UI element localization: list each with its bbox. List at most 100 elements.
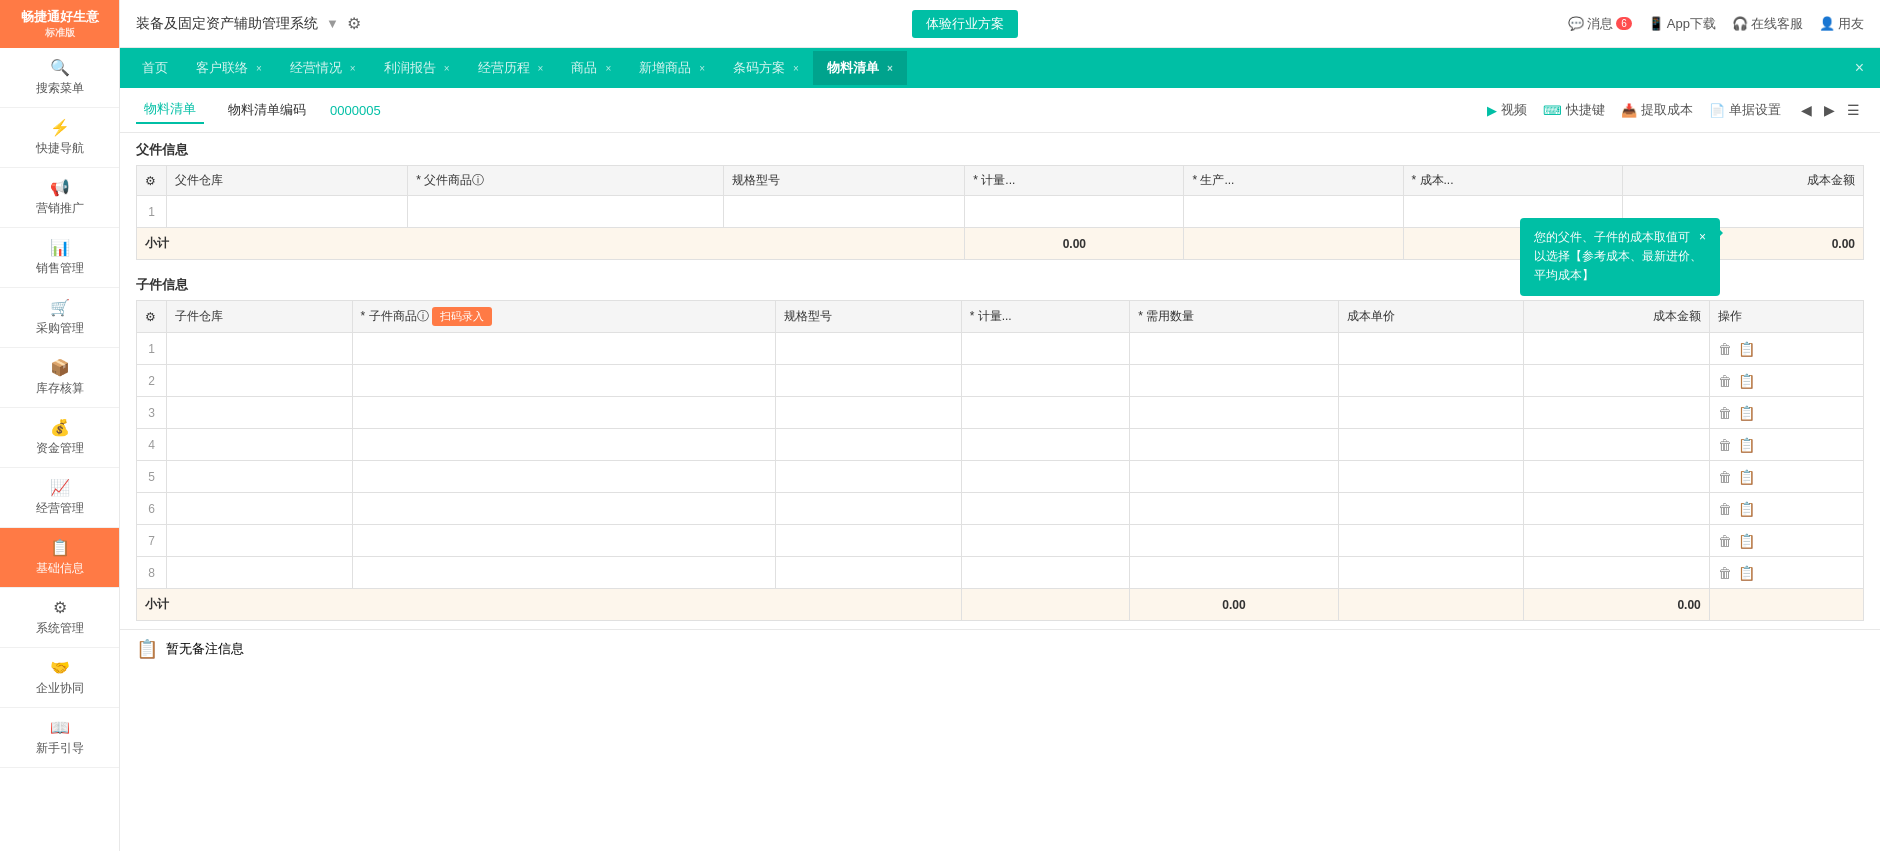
app-download-btn[interactable]: 📱 App下载: [1648, 15, 1716, 33]
child-product-cell[interactable]: [352, 397, 776, 429]
close-all-tabs[interactable]: ×: [1847, 59, 1872, 77]
sidebar-item-enterprise[interactable]: 🤝 企业协同: [0, 648, 119, 708]
copy-icon[interactable]: 📋: [1738, 341, 1755, 357]
child-unit-price-cell[interactable]: [1338, 525, 1524, 557]
child-product-cell[interactable]: [352, 461, 776, 493]
tab-home[interactable]: 首页: [128, 51, 182, 85]
child-cost-amount-cell[interactable]: [1524, 525, 1710, 557]
child-warehouse-cell[interactable]: [167, 525, 353, 557]
child-spec-cell[interactable]: [776, 365, 962, 397]
child-product-cell[interactable]: [352, 429, 776, 461]
child-spec-cell[interactable]: [776, 493, 962, 525]
child-warehouse-cell[interactable]: [167, 333, 353, 365]
child-quantity-cell[interactable]: [1130, 333, 1338, 365]
child-product-cell[interactable]: [352, 333, 776, 365]
tab-profit-close[interactable]: ×: [444, 63, 450, 74]
user-btn[interactable]: 👤 用友: [1819, 15, 1864, 33]
child-unit-cell[interactable]: [961, 333, 1129, 365]
delete-icon[interactable]: 🗑: [1718, 533, 1732, 549]
delete-icon[interactable]: 🗑: [1718, 405, 1732, 421]
tab-operations-close[interactable]: ×: [350, 63, 356, 74]
sidebar-item-quicknav[interactable]: ⚡ 快捷导航: [0, 108, 119, 168]
sidebar-item-inventory[interactable]: 📦 库存核算: [0, 348, 119, 408]
child-quantity-cell[interactable]: [1130, 397, 1338, 429]
child-spec-cell[interactable]: [776, 557, 962, 589]
single-settings-btn[interactable]: 📄 单据设置: [1709, 101, 1781, 119]
child-spec-cell[interactable]: [776, 333, 962, 365]
child-product-cell[interactable]: [352, 557, 776, 589]
delete-icon[interactable]: 🗑: [1718, 469, 1732, 485]
copy-icon[interactable]: 📋: [1738, 405, 1755, 421]
delete-icon[interactable]: 🗑: [1718, 501, 1732, 517]
sub-tab-bom[interactable]: 物料清单: [136, 96, 204, 124]
parent-product-cell[interactable]: [408, 196, 724, 228]
delete-icon[interactable]: 🗑: [1718, 565, 1732, 581]
child-warehouse-cell[interactable]: [167, 365, 353, 397]
delete-icon[interactable]: 🗑: [1718, 341, 1732, 357]
child-cost-amount-cell[interactable]: [1524, 493, 1710, 525]
child-cost-amount-cell[interactable]: [1524, 429, 1710, 461]
view-btn[interactable]: ▶ 视频: [1487, 101, 1527, 119]
child-spec-cell[interactable]: [776, 429, 962, 461]
tab-goods[interactable]: 商品 ×: [557, 51, 625, 85]
child-unit-cell[interactable]: [961, 493, 1129, 525]
tab-profit[interactable]: 利润报告 ×: [370, 51, 464, 85]
tab-operations[interactable]: 经营情况 ×: [276, 51, 370, 85]
tab-customer[interactable]: 客户联络 ×: [182, 51, 276, 85]
parent-spec-cell[interactable]: [723, 196, 964, 228]
sidebar-item-marketing[interactable]: 📢 营销推广: [0, 168, 119, 228]
child-quantity-cell[interactable]: [1130, 493, 1338, 525]
child-warehouse-cell[interactable]: [167, 557, 353, 589]
menu-icon[interactable]: ☰: [1843, 100, 1864, 120]
copy-icon[interactable]: 📋: [1738, 469, 1755, 485]
trial-button[interactable]: 体验行业方案: [912, 10, 1018, 38]
child-warehouse-cell[interactable]: [167, 397, 353, 429]
sub-tab-code[interactable]: 物料清单编码: [220, 97, 314, 123]
child-spec-cell[interactable]: [776, 461, 962, 493]
child-product-cell[interactable]: [352, 493, 776, 525]
copy-icon[interactable]: 📋: [1738, 501, 1755, 517]
extract-cost-btn[interactable]: 📥 提取成本: [1621, 101, 1693, 119]
tooltip-close-btn[interactable]: ×: [1699, 228, 1706, 247]
child-cost-amount-cell[interactable]: [1524, 461, 1710, 493]
child-warehouse-cell[interactable]: [167, 429, 353, 461]
child-quantity-cell[interactable]: [1130, 557, 1338, 589]
child-cost-amount-cell[interactable]: [1524, 557, 1710, 589]
sidebar-item-system[interactable]: ⚙ 系统管理: [0, 588, 119, 648]
child-cost-amount-cell[interactable]: [1524, 365, 1710, 397]
child-spec-cell[interactable]: [776, 525, 962, 557]
shortcut-btn[interactable]: ⌨ 快捷键: [1543, 101, 1605, 119]
child-cost-amount-cell[interactable]: [1524, 397, 1710, 429]
child-product-cell[interactable]: [352, 525, 776, 557]
child-unit-cell[interactable]: [961, 365, 1129, 397]
child-product-cell[interactable]: [352, 365, 776, 397]
child-warehouse-cell[interactable]: [167, 493, 353, 525]
child-warehouse-cell[interactable]: [167, 461, 353, 493]
sidebar-item-finance[interactable]: 💰 资金管理: [0, 408, 119, 468]
child-unit-cell[interactable]: [961, 461, 1129, 493]
sidebar-item-sales[interactable]: 📊 销售管理: [0, 228, 119, 288]
tab-goods-close[interactable]: ×: [605, 63, 611, 74]
tab-barcode-close[interactable]: ×: [793, 63, 799, 74]
tab-bom-close[interactable]: ×: [887, 63, 893, 74]
child-unit-cell[interactable]: [961, 429, 1129, 461]
settings-icon[interactable]: ⚙: [347, 14, 361, 33]
parent-produce-cell[interactable]: [1184, 196, 1403, 228]
next-arrow[interactable]: ▶: [1820, 100, 1839, 120]
parent-unit-cell[interactable]: [965, 196, 1184, 228]
copy-icon[interactable]: 📋: [1738, 565, 1755, 581]
parent-warehouse-cell[interactable]: [167, 196, 408, 228]
app-logo[interactable]: 畅捷通好生意 标准版: [0, 0, 119, 48]
tab-history-close[interactable]: ×: [538, 63, 544, 74]
delete-icon[interactable]: 🗑: [1718, 437, 1732, 453]
child-quantity-cell[interactable]: [1130, 365, 1338, 397]
sidebar-item-search[interactable]: 🔍 搜索菜单: [0, 48, 119, 108]
message-btn[interactable]: 💬 消息 6: [1568, 15, 1632, 33]
sidebar-item-basics[interactable]: 📋 基础信息: [0, 528, 119, 588]
scan-button[interactable]: 扫码录入: [432, 307, 492, 326]
child-unit-cell[interactable]: [961, 525, 1129, 557]
sidebar-item-operations[interactable]: 📈 经营管理: [0, 468, 119, 528]
copy-icon[interactable]: 📋: [1738, 373, 1755, 389]
child-quantity-cell[interactable]: [1130, 525, 1338, 557]
child-cost-amount-cell[interactable]: [1524, 333, 1710, 365]
